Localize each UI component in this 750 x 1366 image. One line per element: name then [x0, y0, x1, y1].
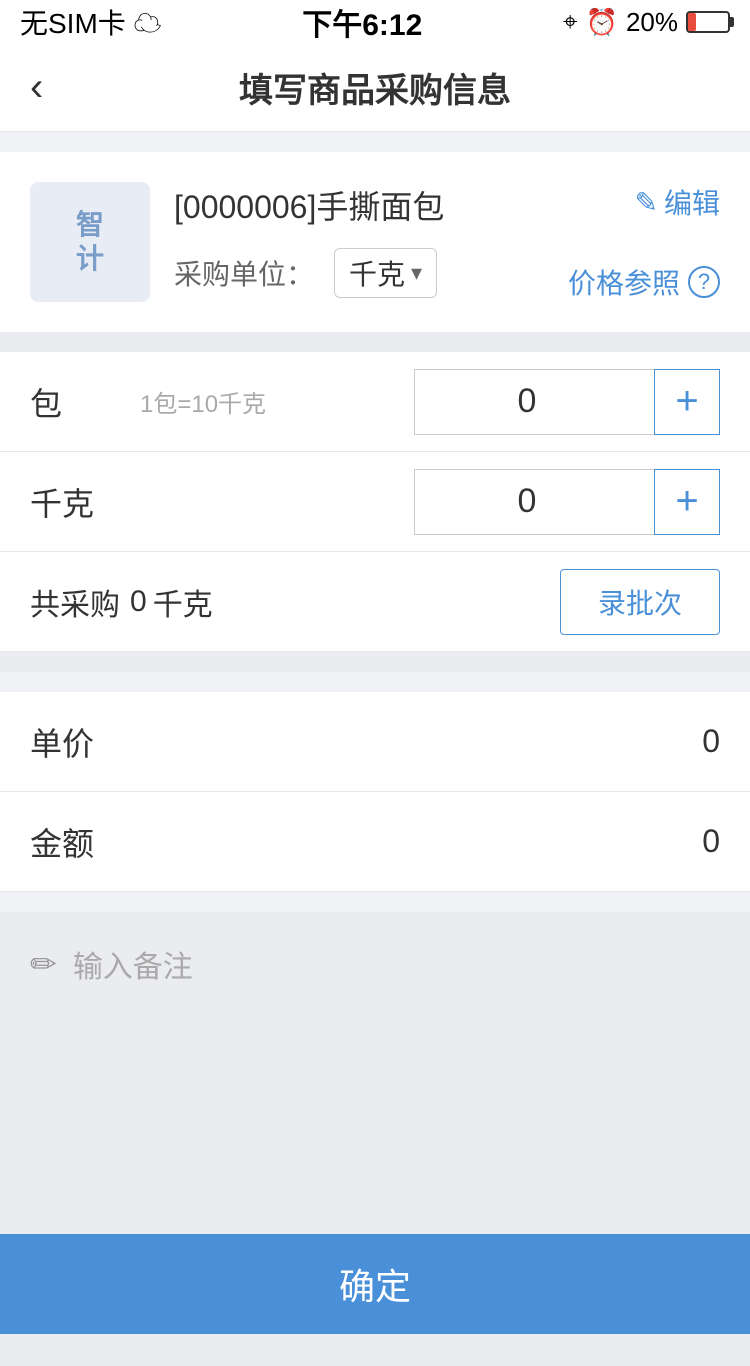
- amount-value: 0: [702, 823, 720, 860]
- alarm-icon: ⏰: [586, 7, 618, 38]
- section-divider-2: [0, 652, 750, 672]
- confirm-button[interactable]: 确定: [0, 1234, 750, 1334]
- kg-input-group: +: [414, 469, 720, 535]
- amount-row: 金额 0: [0, 792, 750, 892]
- edit-icon: ✎: [635, 186, 658, 219]
- edit-label: 编辑: [664, 182, 720, 222]
- price-amount-section: 单价 0 金额 0: [0, 692, 750, 892]
- status-right: ⌖ ⏰ 20%: [563, 6, 730, 38]
- price-ref-button[interactable]: 价格参照 ?: [568, 262, 720, 302]
- total-unit: 千克: [153, 580, 213, 624]
- kg-plus-button[interactable]: +: [654, 469, 720, 535]
- pencil-icon: ✏: [30, 945, 57, 983]
- product-logo: 智 计: [76, 208, 104, 275]
- price-value: 0: [702, 723, 720, 760]
- unit-label: 采购单位：: [174, 253, 314, 293]
- location-icon: ⌖: [563, 6, 578, 38]
- bag-input-row: 包 1包=10千克 +: [0, 352, 750, 452]
- bag-quantity-input[interactable]: [414, 369, 654, 435]
- product-card: 智 计 [0000006]手撕面包 采购单位： 千克 ▾ ✎ 编辑 价格参照 ?: [0, 152, 750, 332]
- bag-plus-button[interactable]: +: [654, 369, 720, 435]
- status-time: 下午6:12: [302, 0, 422, 44]
- bag-input-group: +: [414, 369, 720, 435]
- quantity-section: 包 1包=10千克 + 千克 +: [0, 352, 750, 552]
- product-image: 智 计: [30, 182, 150, 302]
- battery-icon: [686, 11, 730, 33]
- price-ref-label: 价格参照: [568, 262, 680, 302]
- status-bar: 无SIM卡 ☁ 下午6:12 ⌖ ⏰ 20%: [0, 0, 750, 44]
- price-label: 单价: [30, 719, 94, 765]
- back-button[interactable]: ‹: [30, 65, 43, 110]
- remark-section[interactable]: ✏ 输入备注: [0, 912, 750, 1016]
- bag-label: 包: [30, 379, 130, 425]
- help-icon: ?: [688, 266, 720, 298]
- kg-label: 千克: [30, 479, 130, 525]
- unit-value: 千克: [349, 253, 405, 293]
- dropdown-arrow-icon: ▾: [411, 260, 422, 286]
- total-row: 共采购 0 千克 录批次: [0, 552, 750, 652]
- total-label: 共采购: [30, 580, 120, 624]
- page-title: 填写商品采购信息: [239, 63, 511, 112]
- price-row: 单价 0: [0, 692, 750, 792]
- status-left: 无SIM卡 ☁: [20, 2, 162, 42]
- total-value: 0: [130, 585, 147, 619]
- edit-button[interactable]: ✎ 编辑: [635, 182, 720, 222]
- battery-percent: 20%: [626, 7, 678, 38]
- unit-select[interactable]: 千克 ▾: [334, 248, 437, 298]
- page-header: ‹ 填写商品采购信息: [0, 44, 750, 132]
- bag-sublabel: 1包=10千克: [140, 384, 266, 419]
- batch-button[interactable]: 录批次: [560, 569, 720, 635]
- section-divider-1: [0, 332, 750, 352]
- sim-label: 无SIM卡 ☁: [20, 2, 162, 42]
- amount-label: 金额: [30, 819, 94, 865]
- kg-quantity-input[interactable]: [414, 469, 654, 535]
- remark-placeholder: 输入备注: [73, 942, 193, 986]
- kg-input-row: 千克 +: [0, 452, 750, 552]
